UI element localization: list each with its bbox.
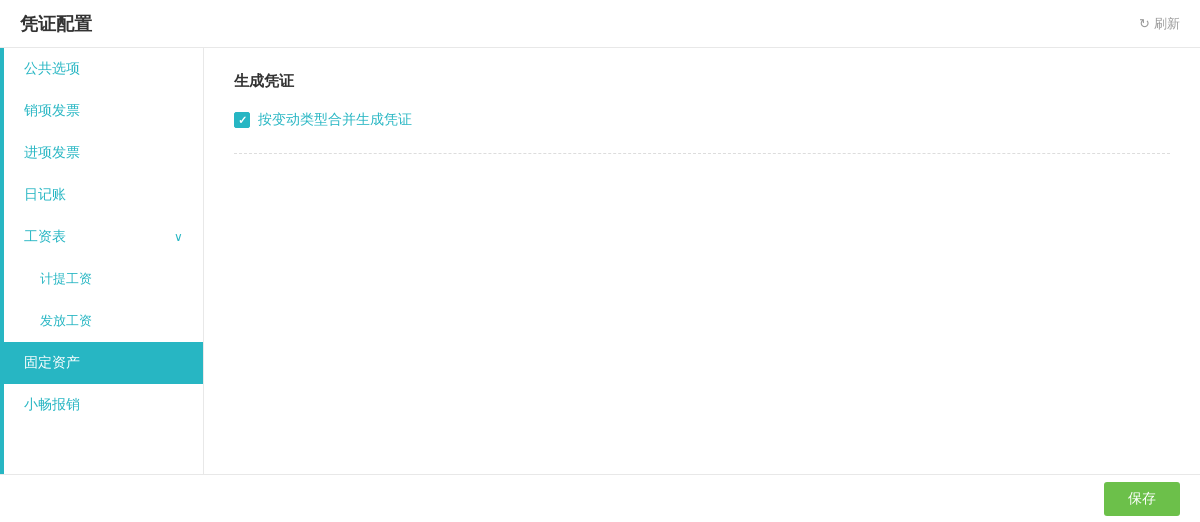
sidebar-item-label-payroll: 工资表 [24, 228, 66, 246]
content-divider [234, 153, 1170, 154]
sidebar-item-label-public-options: 公共选项 [24, 60, 80, 78]
content-area: 生成凭证 按变动类型合并生成凭证 [204, 48, 1200, 474]
save-button[interactable]: 保存 [1104, 482, 1180, 516]
merge-by-type-label[interactable]: 按变动类型合并生成凭证 [258, 111, 412, 129]
sidebar-item-calculate-salary[interactable]: 计提工资 [4, 258, 203, 300]
refresh-label: 刷新 [1154, 15, 1180, 33]
refresh-button[interactable]: ↻ 刷新 [1139, 15, 1180, 33]
sidebar-item-journal[interactable]: 日记账 [4, 174, 203, 216]
sidebar-item-label-calculate-salary: 计提工资 [40, 270, 92, 288]
section-title: 生成凭证 [234, 72, 1170, 91]
sidebar-item-public-options[interactable]: 公共选项 [4, 48, 203, 90]
sidebar-item-label-purchase-invoice: 进项发票 [24, 144, 80, 162]
sidebar-item-purchase-invoice[interactable]: 进项发票 [4, 132, 203, 174]
checkbox-row: 按变动类型合并生成凭证 [234, 111, 1170, 129]
refresh-icon: ↻ [1139, 16, 1150, 31]
sidebar-item-label-pay-salary: 发放工资 [40, 312, 92, 330]
sidebar-item-payroll[interactable]: 工资表 ∨ [4, 216, 203, 258]
sidebar-item-label-expense-report: 小畅报销 [24, 396, 80, 414]
sidebar: 公共选项销项发票进项发票日记账工资表 ∨ 计提工资发放工资固定资产小畅报销 [4, 48, 204, 474]
sidebar-item-sales-invoice[interactable]: 销项发票 [4, 90, 203, 132]
sidebar-item-label-journal: 日记账 [24, 186, 66, 204]
page-footer: 保存 [0, 474, 1200, 522]
merge-by-type-checkbox[interactable] [234, 112, 250, 128]
sidebar-item-expense-report[interactable]: 小畅报销 [4, 384, 203, 426]
page-title: 凭证配置 [20, 12, 92, 36]
sidebar-item-label-sales-invoice: 销项发票 [24, 102, 80, 120]
chevron-down-icon: ∨ [174, 230, 183, 244]
page-header: 凭证配置 ↻ 刷新 [0, 0, 1200, 48]
sidebar-item-fixed-assets[interactable]: 固定资产 [4, 342, 203, 384]
sidebar-item-label-fixed-assets: 固定资产 [24, 354, 80, 372]
sidebar-item-pay-salary[interactable]: 发放工资 [4, 300, 203, 342]
main-container: 公共选项销项发票进项发票日记账工资表 ∨ 计提工资发放工资固定资产小畅报销 生成凭证… [0, 48, 1200, 474]
